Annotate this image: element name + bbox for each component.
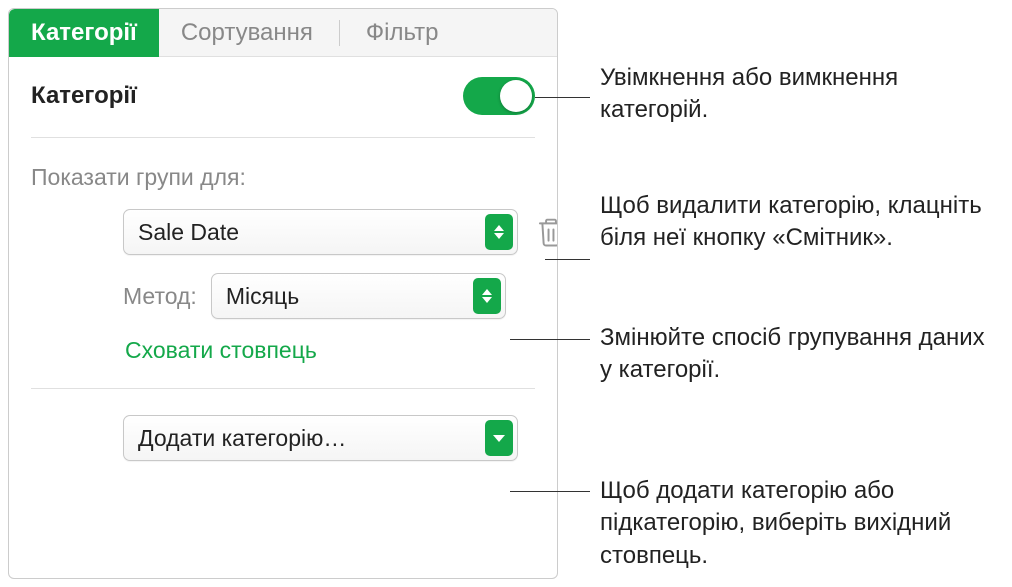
method-label: Метод: [123,283,197,310]
leader-line [510,339,590,340]
groups-section: Показати групи для: Sale Date Метод: [31,138,535,461]
column-row: Sale Date [31,209,535,255]
add-category-label: Додати категорію… [138,425,346,452]
categories-toggle[interactable] [463,77,535,115]
add-row: Додати категорію… [31,389,535,461]
tab-sorting[interactable]: Сортування [159,9,335,57]
tab-categories[interactable]: Категорії [9,9,159,57]
show-groups-label: Показати групи для: [31,164,535,191]
hide-column-link[interactable]: Сховати стовпець [123,337,317,363]
add-category-select[interactable]: Додати категорію… [123,415,518,461]
chevron-down-icon [485,420,513,456]
callout-method: Змінюйте спосіб групування даних у катег… [600,322,1000,387]
panel-body: Категорії Показати групи для: Sale Date [9,57,557,481]
toggle-knob [500,80,532,112]
categories-panel: Категорії Сортування Фільтр Категорії По… [8,8,558,579]
callout-toggle: Увімкнення або вимкнення категорій. [600,62,1000,127]
method-select-value: Місяць [226,283,299,310]
method-select[interactable]: Місяць [211,273,506,319]
callouts-area: Увімкнення або вимкнення категорій. Щоб … [600,0,1000,587]
callout-trash: Щоб видалити категорію, клацніть біля не… [600,190,1000,255]
updown-icon [485,214,513,250]
method-row: Метод: Місяць [31,273,535,319]
leader-line [510,491,590,492]
updown-icon [473,278,501,314]
column-select[interactable]: Sale Date [123,209,518,255]
column-select-value: Sale Date [138,219,239,246]
tab-bar: Категорії Сортування Фільтр [9,9,557,57]
header-row: Категорії [31,77,535,138]
callout-add: Щоб додати категорію або підкатегорію, в… [600,475,1000,572]
hide-column-row: Сховати стовпець [31,337,535,389]
delete-category-button[interactable] [536,216,558,248]
trash-icon [536,216,558,248]
tab-filter[interactable]: Фільтр [344,9,461,57]
header-title: Категорії [31,82,137,110]
leader-line [535,97,590,98]
tab-divider [339,20,340,46]
leader-line [545,259,590,260]
